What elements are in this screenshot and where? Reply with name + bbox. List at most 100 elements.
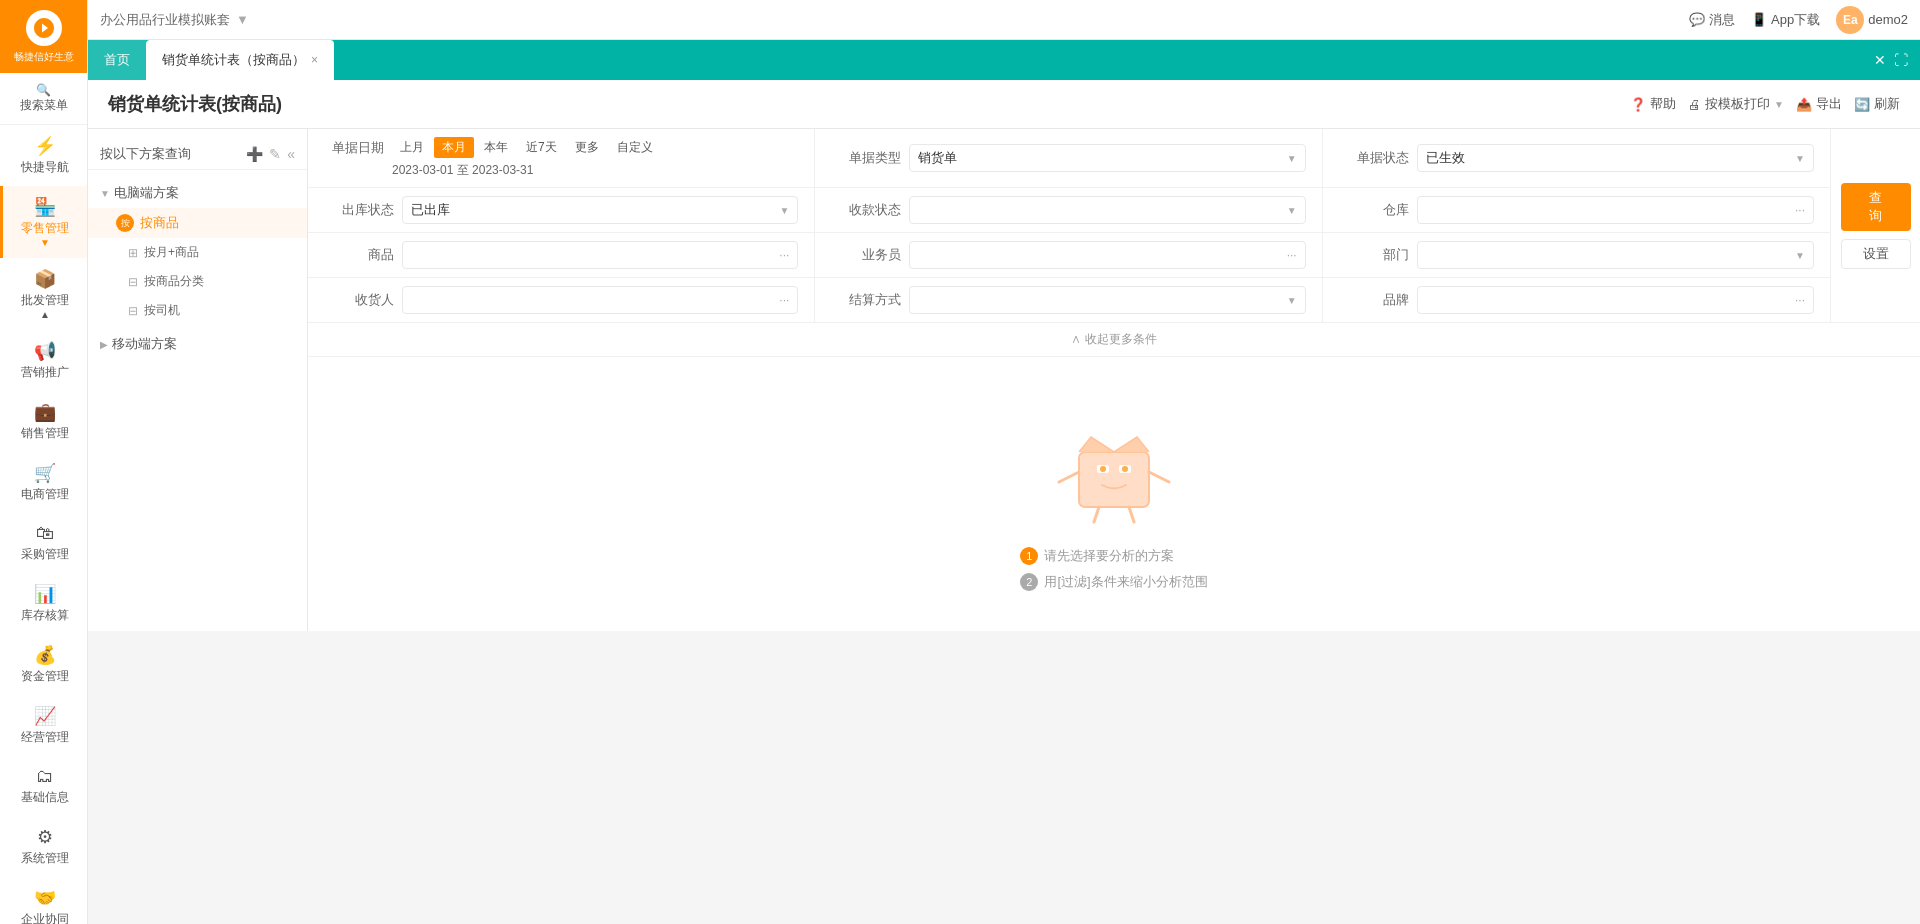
product-label: 商品	[324, 246, 394, 264]
tab-home[interactable]: 首页	[88, 40, 146, 80]
download-icon: 📱	[1751, 12, 1767, 27]
settle-field[interactable]: ▼	[909, 286, 1305, 314]
category-label: 按商品分类	[144, 273, 204, 290]
help-btn[interactable]: ❓ 帮助	[1630, 95, 1676, 113]
warehouse-more-btn[interactable]: ···	[1795, 203, 1805, 217]
sidebar-item-finance[interactable]: 💰 资金管理	[0, 634, 88, 695]
marketing-label: 营销推广	[8, 364, 83, 381]
retail-label: 零售管理	[8, 220, 83, 237]
basic-icon: 🗂	[8, 766, 83, 787]
tree-item-by-category[interactable]: ⊟ 按商品分类	[88, 267, 307, 296]
filter-cell-doc-status: 单据状态 已生效 ▼	[1323, 129, 1830, 187]
filter-cell-dept: 部门 ▼	[1323, 233, 1830, 277]
brand-field[interactable]: ···	[1417, 286, 1814, 314]
edit-scheme-btn[interactable]: ✎	[269, 146, 281, 162]
tab-maximize-btn[interactable]: ⛶	[1894, 52, 1908, 68]
messages-btn[interactable]: 💬 消息	[1689, 11, 1735, 29]
collect-status-field[interactable]: ▼	[909, 196, 1305, 224]
add-scheme-btn[interactable]: ➕	[246, 146, 263, 162]
page-header-actions: ❓ 帮助 🖨 按模板打印 ▼ 📤 导出 🔄 刷新	[1630, 95, 1900, 125]
doc-type-field[interactable]: 销货单 ▼	[909, 144, 1305, 172]
sidebar-item-enterprise[interactable]: 🤝 企业协同	[0, 877, 88, 924]
tab-close-btn[interactable]: ×	[311, 53, 318, 67]
sidebar-item-purchase[interactable]: 🛍 采购管理	[0, 513, 88, 573]
svg-line-7	[1094, 507, 1099, 522]
tree-group-desktop[interactable]: ▼ 电脑端方案	[88, 178, 307, 208]
app-download-btn[interactable]: 📱 App下载	[1751, 11, 1820, 29]
dept-arrow: ▼	[1795, 250, 1805, 261]
doc-status-arrow: ▼	[1795, 153, 1805, 164]
product-field[interactable]: ···	[402, 241, 798, 269]
sidebar-item-retail[interactable]: 🏪 零售管理 ▼	[0, 186, 88, 258]
out-status-field[interactable]: 已出库 ▼	[402, 196, 798, 224]
svg-point-3	[1100, 466, 1106, 472]
sidebar-item-ecommerce[interactable]: 🛒 电商管理	[0, 452, 88, 513]
sidebar-item-quick-nav[interactable]: ⚡ 快捷导航	[0, 125, 88, 186]
app-download-label: App下载	[1771, 11, 1820, 29]
date-range-display: 2023-03-01 至 2023-03-31	[324, 162, 533, 179]
refresh-btn[interactable]: 🔄 刷新	[1854, 95, 1900, 113]
date-tab-this-year[interactable]: 本年	[476, 137, 516, 158]
page-title: 销货单统计表(按商品)	[108, 92, 282, 128]
settle-label: 结算方式	[831, 291, 901, 309]
tab-home-label: 首页	[104, 51, 130, 69]
tab-close-window-btn[interactable]: ✕	[1874, 52, 1886, 68]
tree-item-by-org[interactable]: ⊟ 按司机	[88, 296, 307, 325]
sidebar-item-marketing[interactable]: 📢 营销推广	[0, 330, 88, 391]
salesman-more-btn[interactable]: ···	[1287, 248, 1297, 262]
search-label: 搜索菜单	[5, 97, 83, 114]
tree-item-by-month-product[interactable]: ⊞ 按月+商品	[88, 238, 307, 267]
print-dropdown-icon[interactable]: ▼	[1774, 99, 1784, 110]
page-content: 销货单统计表(按商品) ❓ 帮助 🖨 按模板打印 ▼ 📤 导出 🔄 刷新	[88, 80, 1920, 924]
brand-more-btn[interactable]: ···	[1795, 293, 1805, 307]
top-bar-right: 💬 消息 📱 App下载 Ea demo2	[1689, 6, 1908, 34]
export-label: 导出	[1816, 95, 1842, 113]
collect-status-label: 收款状态	[831, 201, 901, 219]
doc-status-field[interactable]: 已生效 ▼	[1417, 144, 1814, 172]
basic-label: 基础信息	[8, 789, 83, 806]
month-product-icon: ⊞	[128, 246, 138, 260]
sidebar-item-operations[interactable]: 📈 经营管理	[0, 695, 88, 756]
query-button[interactable]: 查询	[1841, 183, 1911, 231]
messages-label: 消息	[1709, 11, 1735, 29]
filter-cell-settle: 结算方式 ▼	[815, 278, 1322, 322]
refresh-label: 刷新	[1874, 95, 1900, 113]
breadcrumb-dropdown-icon[interactable]: ▼	[236, 12, 249, 27]
date-tab-7days[interactable]: 近7天	[518, 137, 565, 158]
dept-field[interactable]: ▼	[1417, 241, 1814, 269]
operations-label: 经营管理	[8, 729, 83, 746]
tab-active[interactable]: 销货单统计表（按商品） ×	[146, 40, 334, 80]
operations-icon: 📈	[8, 705, 83, 727]
salesman-field[interactable]: ···	[909, 241, 1305, 269]
tree-item-by-product[interactable]: 按 按商品	[88, 208, 307, 238]
expand-icon: ▼	[8, 237, 83, 248]
sidebar-item-inventory[interactable]: 📊 库存核算	[0, 573, 88, 634]
warehouse-label: 仓库	[1339, 201, 1409, 219]
date-tab-this-month[interactable]: 本月	[434, 137, 474, 158]
recipient-more-btn[interactable]: ···	[779, 293, 789, 307]
sidebar-item-basic[interactable]: 🗂 基础信息	[0, 756, 88, 816]
collapse-bar[interactable]: ∧ 收起更多条件	[308, 323, 1920, 357]
warehouse-field[interactable]: ···	[1417, 196, 1814, 224]
tree-group-mobile[interactable]: ▶ 移动端方案	[88, 329, 307, 359]
date-tab-more[interactable]: 更多	[567, 137, 607, 158]
empty-tip-1-text: 请先选择要分析的方案	[1044, 547, 1174, 565]
sidebar-item-system[interactable]: ⚙ 系统管理	[0, 816, 88, 877]
template-print-btn[interactable]: 🖨 按模板打印 ▼	[1688, 95, 1784, 113]
export-btn[interactable]: 📤 导出	[1796, 95, 1842, 113]
sidebar-item-search[interactable]: 🔍 搜索菜单	[0, 73, 88, 125]
date-tab-last-month[interactable]: 上月	[392, 137, 432, 158]
category-icon: ⊟	[128, 275, 138, 289]
sidebar-item-sales[interactable]: 💼 销售管理	[0, 391, 88, 452]
collapse-panel-btn[interactable]: «	[287, 146, 295, 162]
main-area: 办公用品行业模拟账套 ▼ 💬 消息 📱 App下载 Ea demo2 首页 销货…	[88, 0, 1920, 924]
settings-button[interactable]: 设置	[1841, 239, 1911, 269]
user-profile[interactable]: Ea demo2	[1836, 6, 1908, 34]
date-tab-custom[interactable]: 自定义	[609, 137, 661, 158]
product-more-btn[interactable]: ···	[779, 248, 789, 262]
sidebar-item-wholesale[interactable]: 📦 批发管理 ▲	[0, 258, 88, 330]
recipient-field[interactable]: ···	[402, 286, 798, 314]
ecommerce-label: 电商管理	[8, 486, 83, 503]
logo-icon	[26, 10, 62, 46]
right-area: 单据日期 上月 本月 本年 近7天 更多 自定义	[308, 129, 1920, 631]
